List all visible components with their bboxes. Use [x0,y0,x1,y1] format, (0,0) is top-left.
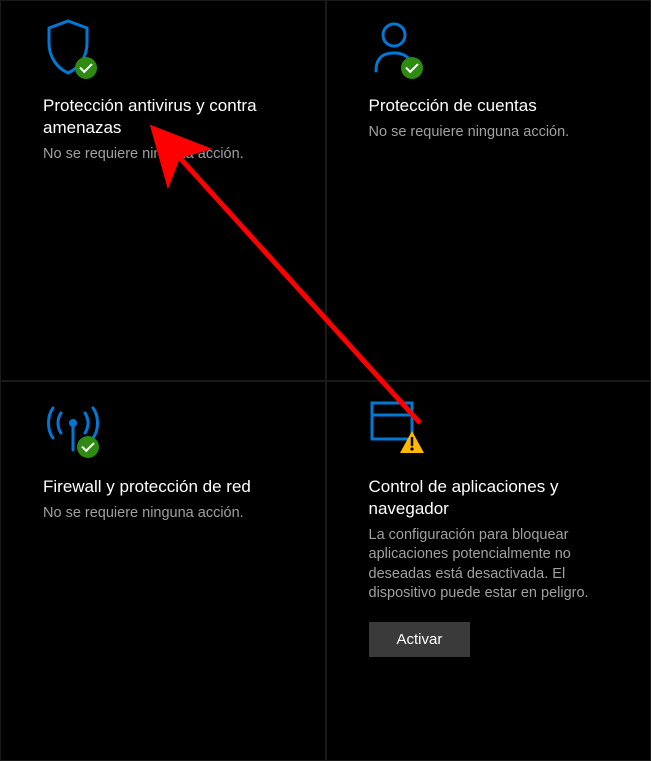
activate-button[interactable]: Activar [369,622,471,657]
tile-desc: La configuración para bloquear aplicacio… [369,526,629,604]
tile-title: Protección antivirus y contra amenazas [43,95,303,139]
antenna-icon [43,400,303,460]
shield-icon [43,19,303,79]
tile-title: Protección de cuentas [369,95,629,117]
status-ok-badge [401,57,423,79]
tile-antivirus[interactable]: Protección antivirus y contra amenazas N… [0,0,326,381]
status-ok-badge [77,436,99,458]
tile-desc: No se requiere ninguna acción. [43,145,303,165]
tile-desc: No se requiere ninguna acción. [43,504,303,524]
tile-firewall[interactable]: Firewall y protección de red No se requi… [0,381,326,761]
person-icon [369,19,629,79]
tile-desc: No se requiere ninguna acción. [369,123,629,143]
status-warn-badge [399,430,425,454]
browser-window-icon [369,400,629,460]
tile-app-browser[interactable]: Control de aplicaciones y navegador La c… [326,381,651,761]
status-ok-badge [75,57,97,79]
tile-title: Firewall y protección de red [43,476,303,498]
tile-title: Control de aplicaciones y navegador [369,476,629,520]
tile-account[interactable]: Protección de cuentas No se requiere nin… [326,0,651,381]
security-tiles-grid: Protección antivirus y contra amenazas N… [0,0,651,761]
